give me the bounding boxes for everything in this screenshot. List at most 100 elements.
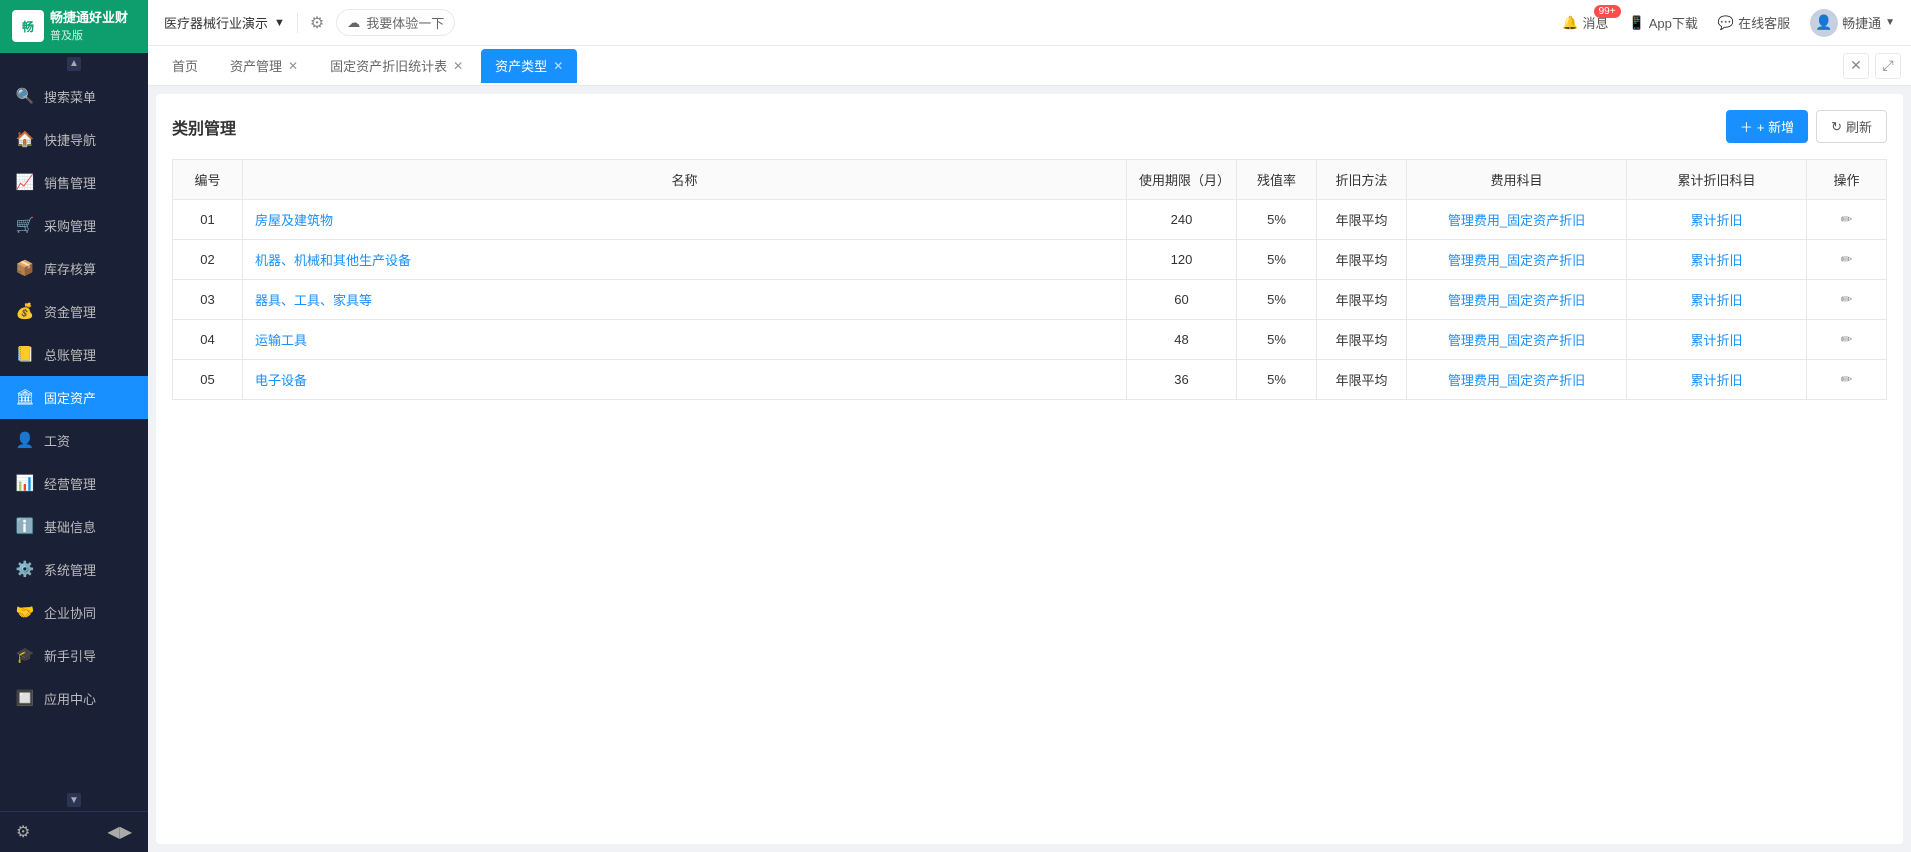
sidebar-footer: ⚙ ◀▶ — [0, 811, 148, 852]
demo-label: 我要体验一下 — [366, 13, 444, 32]
sidebar-item-ledger[interactable]: 📒 总账管理 — [0, 333, 148, 376]
edit-icon[interactable]: ✏ — [1841, 211, 1853, 227]
service-icon: 💬 — [1718, 15, 1734, 31]
edit-icon[interactable]: ✏ — [1841, 291, 1853, 307]
tab-close-icon[interactable]: ✕ — [453, 59, 463, 73]
logo-title: 畅捷通好业财 — [50, 10, 128, 27]
scroll-up-btn[interactable]: ▲ — [67, 57, 81, 71]
tab-close-icon[interactable]: ✕ — [553, 59, 563, 73]
settings-icon[interactable]: ⚙ — [310, 13, 324, 33]
purchase-icon: 🛒 — [16, 216, 34, 234]
cloud-icon: ☁ — [347, 15, 360, 31]
cell-name: 房屋及建筑物 — [243, 200, 1127, 240]
cell-expense: 管理费用_固定资产折旧 — [1407, 320, 1627, 360]
sidebar-item-search[interactable]: 🔍 搜索菜单 — [0, 75, 148, 118]
download-icon: 📱 — [1629, 15, 1645, 31]
cell-period: 36 — [1127, 360, 1237, 400]
sidebar-item-payroll[interactable]: 👤 工资 — [0, 419, 148, 462]
sidebar-item-collaboration[interactable]: 🤝 企业协同 — [0, 591, 148, 634]
topbar-divider — [297, 13, 298, 33]
cell-id: 04 — [173, 320, 243, 360]
col-period: 使用期限（月） — [1127, 160, 1237, 200]
cell-accum: 累计折旧 — [1627, 360, 1807, 400]
sidebar-item-label: 库存核算 — [44, 259, 96, 278]
asset-type-table: 编号 名称 使用期限（月） 残值率 折旧方法 费用科目 累计折旧科目 操作 01… — [172, 159, 1887, 400]
edit-icon[interactable]: ✏ — [1841, 251, 1853, 267]
sidebar-item-label: 固定资产 — [44, 388, 96, 407]
sidebar-item-system[interactable]: ⚙️ 系统管理 — [0, 548, 148, 591]
edit-icon[interactable]: ✏ — [1841, 331, 1853, 347]
cell-name: 机器、机械和其他生产设备 — [243, 240, 1127, 280]
sidebar-item-fixed-assets[interactable]: 🏛 固定资产 — [0, 376, 148, 419]
table-row: 02 机器、机械和其他生产设备 120 5% 年限平均 管理费用_固定资产折旧 … — [173, 240, 1887, 280]
basic-info-icon: ℹ️ — [16, 517, 34, 535]
add-button[interactable]: ＋ + 新增 — [1726, 110, 1808, 143]
cell-residual: 5% — [1237, 200, 1317, 240]
sidebar-item-label: 经营管理 — [44, 474, 96, 493]
demo-button[interactable]: ☁ 我要体验一下 — [336, 9, 455, 36]
collapse-icon[interactable]: ◀▶ — [107, 822, 132, 842]
plus-icon: ＋ — [1740, 117, 1753, 136]
cell-accum: 累计折旧 — [1627, 200, 1807, 240]
sidebar-item-label: 搜索菜单 — [44, 87, 96, 106]
home-icon: 🏠 — [16, 130, 34, 148]
cell-residual: 5% — [1237, 360, 1317, 400]
cell-id: 03 — [173, 280, 243, 320]
sidebar-item-quicknav[interactable]: 🏠 快捷导航 — [0, 118, 148, 161]
sidebar-item-label: 新手引导 — [44, 646, 96, 665]
refresh-button[interactable]: ↻ 刷新 — [1816, 110, 1887, 143]
notifications-btn[interactable]: 🔔 消息 99+ — [1562, 13, 1608, 32]
sidebar-item-label: 系统管理 — [44, 560, 96, 579]
bell-icon: 🔔 — [1562, 15, 1578, 31]
col-residual: 残值率 — [1237, 160, 1317, 200]
tab-asset-management[interactable]: 资产管理 ✕ — [216, 49, 312, 83]
industry-selector[interactable]: 医疗器械行业演示 ▼ — [164, 13, 285, 32]
sidebar-item-basic-info[interactable]: ℹ️ 基础信息 — [0, 505, 148, 548]
tab-depreciation-report[interactable]: 固定资产折旧统计表 ✕ — [316, 49, 477, 83]
sidebar-item-guide[interactable]: 🎓 新手引导 — [0, 634, 148, 677]
settings-icon[interactable]: ⚙ — [16, 822, 30, 842]
close-tab-btn[interactable]: ✕ — [1843, 53, 1869, 79]
cell-period: 240 — [1127, 200, 1237, 240]
cell-action: ✏ — [1807, 280, 1887, 320]
cell-id: 02 — [173, 240, 243, 280]
app-download-btn[interactable]: 📱 App下载 — [1629, 13, 1698, 32]
sidebar: 畅 畅捷通好业财 普及版 ▲ 🔍 搜索菜单 🏠 快捷导航 📈 销售管理 🛒 采购… — [0, 0, 148, 852]
scroll-down-btn[interactable]: ▼ — [67, 793, 81, 807]
online-service-label: 在线客服 — [1738, 13, 1790, 32]
cell-method: 年限平均 — [1317, 280, 1407, 320]
sidebar-item-app-center[interactable]: 🔲 应用中心 — [0, 677, 148, 720]
tab-home[interactable]: 首页 — [158, 49, 212, 83]
tab-depreciation-label: 固定资产折旧统计表 — [330, 56, 447, 75]
sidebar-item-inventory[interactable]: 📦 库存核算 — [0, 247, 148, 290]
page-title: 类别管理 — [172, 115, 236, 139]
sidebar-item-finance[interactable]: 💰 资金管理 — [0, 290, 148, 333]
sidebar-item-sales[interactable]: 📈 销售管理 — [0, 161, 148, 204]
fixed-assets-icon: 🏛 — [16, 388, 34, 406]
industry-label: 医疗器械行业演示 — [164, 13, 268, 32]
cell-residual: 5% — [1237, 240, 1317, 280]
cell-period: 120 — [1127, 240, 1237, 280]
tab-close-icon[interactable]: ✕ — [288, 59, 298, 73]
tab-asset-management-label: 资产管理 — [230, 56, 282, 75]
sidebar-item-operations[interactable]: 📊 经营管理 — [0, 462, 148, 505]
app-download-label: App下载 — [1649, 13, 1698, 32]
chevron-down-icon: ▼ — [274, 17, 285, 29]
sidebar-item-label: 资金管理 — [44, 302, 96, 321]
sidebar-item-label: 基础信息 — [44, 517, 96, 536]
cell-name: 器具、工具、家具等 — [243, 280, 1127, 320]
online-service-btn[interactable]: 💬 在线客服 — [1718, 13, 1790, 32]
cell-period: 60 — [1127, 280, 1237, 320]
cell-method: 年限平均 — [1317, 320, 1407, 360]
tab-asset-type[interactable]: 资产类型 ✕ — [481, 49, 577, 83]
expand-tab-btn[interactable]: ⤢ — [1875, 53, 1901, 79]
cell-accum: 累计折旧 — [1627, 320, 1807, 360]
system-icon: ⚙️ — [16, 560, 34, 578]
edit-icon[interactable]: ✏ — [1841, 371, 1853, 387]
sidebar-item-purchase[interactable]: 🛒 采购管理 — [0, 204, 148, 247]
user-menu[interactable]: 👤 畅捷通 ▼ — [1810, 9, 1895, 37]
cell-accum: 累计折旧 — [1627, 280, 1807, 320]
payroll-icon: 👤 — [16, 431, 34, 449]
sidebar-item-label: 总账管理 — [44, 345, 96, 364]
tab-home-label: 首页 — [172, 56, 198, 75]
